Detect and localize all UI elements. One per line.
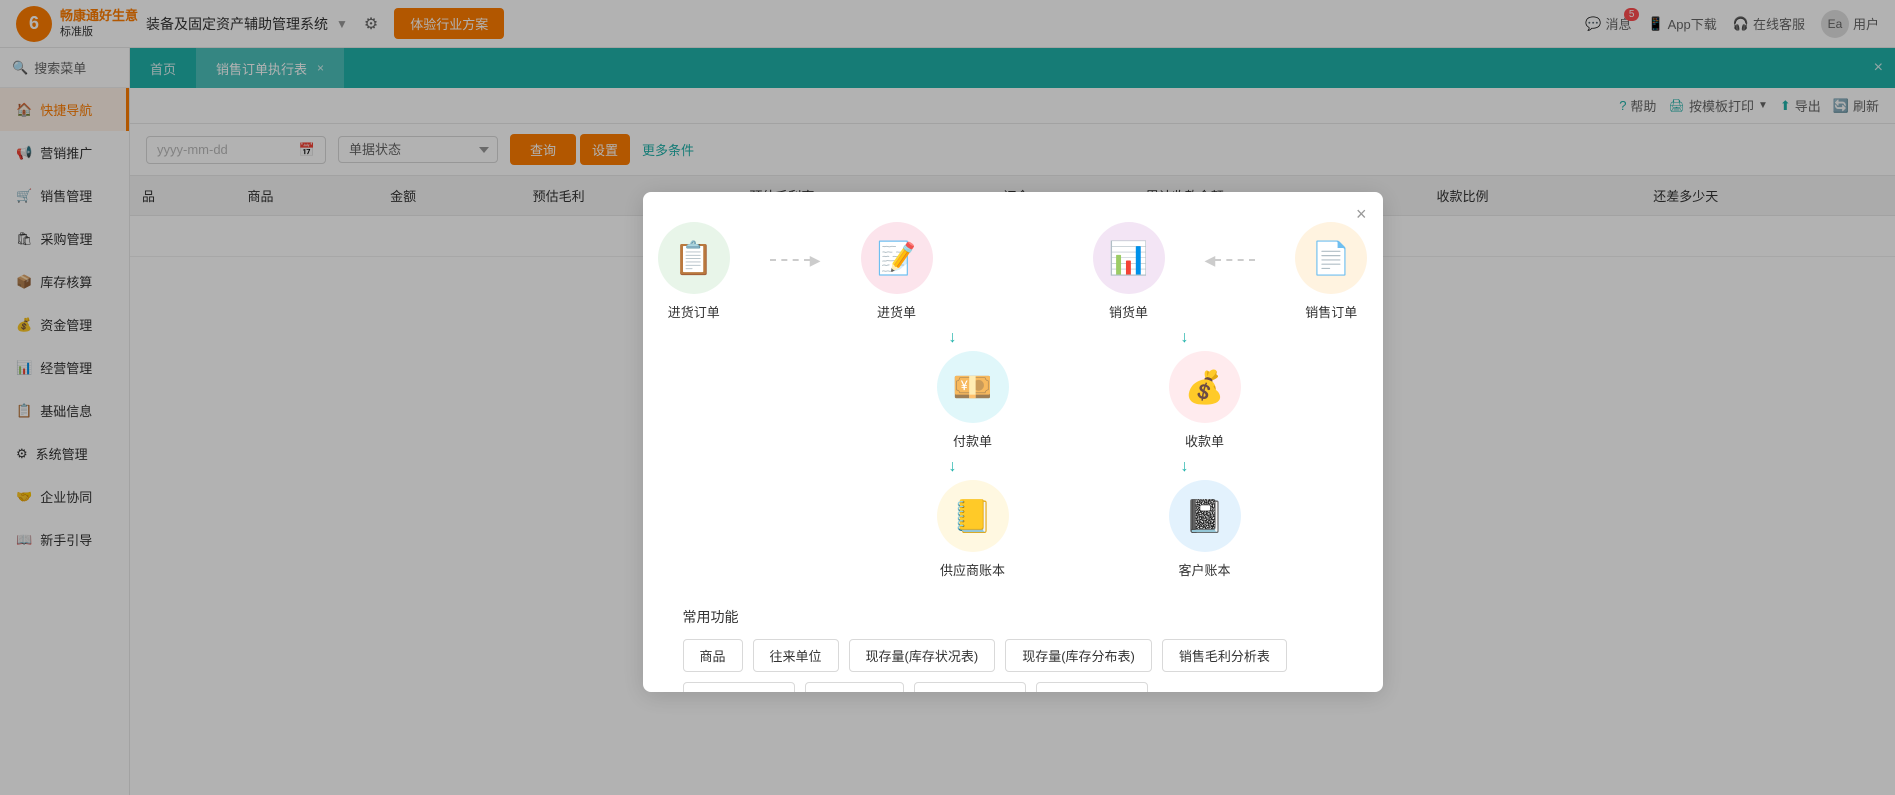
func-btn-stock-status[interactable]: 现存量(库存状况表) (849, 639, 996, 672)
purchase-slip-icon: 📝 (877, 239, 917, 277)
payment-in-circle: 💰 (1169, 351, 1241, 423)
arrow-down-purchase: ↓ (917, 329, 989, 347)
func-btn-sales-gross[interactable]: 销售毛利分析表 (1162, 639, 1287, 672)
purchase-order-circle: 📋 (658, 222, 730, 294)
flow-node-purchase-slip[interactable]: 📝 进货单 (861, 222, 933, 321)
purchase-slip-label: 进货单 (877, 302, 916, 321)
payment-out-circle: 💴 (937, 351, 1009, 423)
sales-slip-icon: 📊 (1109, 239, 1149, 277)
flow-node-purchase-order[interactable]: 📋 进货订单 (658, 222, 730, 321)
func-btn-counterparty[interactable]: 往来单位 (753, 639, 839, 672)
sales-order-label: 销售订单 (1305, 302, 1357, 321)
modal-close-icon[interactable]: × (1356, 204, 1367, 225)
customer-account-label: 客户账本 (1178, 560, 1230, 579)
flow-row-3: 📒 供应商账本 📓 客户账本 (785, 480, 1241, 579)
supplier-account-icon: 📒 (953, 497, 993, 535)
supplier-account-label: 供应商账本 (940, 560, 1005, 579)
arrow-down-sales: ↓ (1149, 329, 1221, 347)
modal-box: × 📋 进货订单 ▶ (643, 192, 1383, 692)
arrow-left-1: ◀ (1205, 252, 1256, 269)
customer-account-icon: 📓 (1185, 497, 1225, 535)
arrow-down-payment-in: ↓ (1149, 458, 1221, 476)
arrow-down-payment-out: ↓ (917, 458, 989, 476)
arrows-down-row: ↓ ↓ (917, 329, 1221, 347)
flow-node-sales-slip[interactable]: 📊 销货单 (1093, 222, 1165, 321)
spacer-2 (1029, 329, 1109, 347)
flow-chart: 📋 进货订单 ▶ 📝 进货单 (683, 222, 1343, 587)
purchase-order-label: 进货订单 (668, 302, 720, 321)
func-btn-product[interactable]: 商品 (683, 639, 743, 672)
func-btn-stock-dist[interactable]: 现存量(库存分布表) (1005, 639, 1152, 672)
func-btn-receipt-stats[interactable]: 收款情况统计 (914, 682, 1026, 692)
arrows-down-row-2: ↓ ↓ (917, 458, 1221, 476)
common-functions-title: 常用功能 (683, 607, 1343, 627)
flow-row-2: 💴 付款单 💰 收款单 (785, 351, 1241, 450)
sales-order-icon: 📄 (1311, 239, 1351, 277)
sales-slip-circle: 📊 (1093, 222, 1165, 294)
func-btn-product-gross[interactable]: 商品毛利分析 (683, 682, 795, 692)
payment-out-icon: 💴 (953, 368, 993, 406)
purchase-slip-circle: 📝 (861, 222, 933, 294)
customer-account-circle: 📓 (1169, 480, 1241, 552)
flow-node-payment-out[interactable]: 💴 付款单 (937, 351, 1009, 450)
spacer-5 (1029, 458, 1109, 476)
sales-slip-label: 销货单 (1109, 302, 1148, 321)
flow-node-supplier-account[interactable]: 📒 供应商账本 (937, 480, 1009, 579)
func-btn-sales-ranking[interactable]: 销售排行榜 (805, 682, 904, 692)
app-container: 6 畅康通好生意 标准版 装备及固定资产辅助管理系统 ▼ ⚙ 体验行业方案 💬 … (0, 0, 1895, 795)
supplier-account-circle: 📒 (937, 480, 1009, 552)
common-functions: 常用功能 商品 往来单位 现存量(库存状况表) 现存量(库存分布表) 销售毛利分… (683, 607, 1343, 692)
sales-order-circle: 📄 (1295, 222, 1367, 294)
flow-node-payment-in[interactable]: 💰 收款单 (1169, 351, 1241, 450)
payment-in-icon: 💰 (1185, 368, 1225, 406)
modal-overlay[interactable]: × 📋 进货订单 ▶ (0, 0, 1895, 795)
flow-node-customer-account[interactable]: 📓 客户账本 (1169, 480, 1241, 579)
flow-row-1: 📋 进货订单 ▶ 📝 进货单 (658, 222, 1368, 321)
func-btn-payment-stats[interactable]: 付款情况统计 (1036, 682, 1148, 692)
arrow-right-1: ▶ (770, 252, 821, 269)
function-buttons: 商品 往来单位 现存量(库存状况表) 现存量(库存分布表) 销售毛利分析表 商品… (683, 639, 1343, 692)
payment-in-label: 收款单 (1185, 431, 1224, 450)
purchase-order-icon: 📋 (674, 239, 714, 277)
payment-out-label: 付款单 (953, 431, 992, 450)
flow-node-sales-order[interactable]: 📄 销售订单 (1295, 222, 1367, 321)
